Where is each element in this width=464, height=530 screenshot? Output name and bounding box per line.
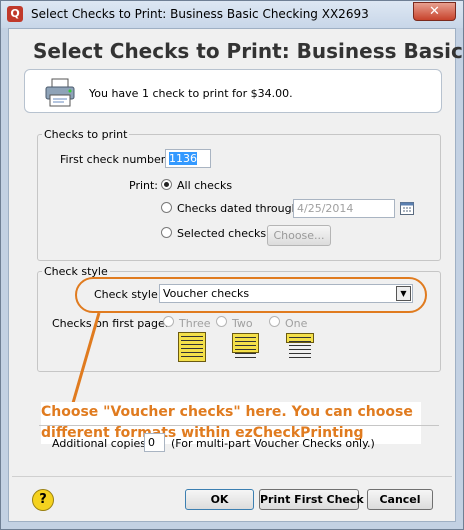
checks-to-print-legend: Checks to print [44,128,128,141]
page-title: Select Checks to Print: Business Basic..… [33,39,464,63]
check-style-value: Voucher checks [163,287,250,300]
two-checks-radio[interactable] [216,316,227,327]
one-check-label[interactable]: One [285,317,307,330]
print-first-check-button[interactable]: Print First Check [259,489,364,510]
quicken-app-icon: Q [7,6,23,22]
choose-button[interactable]: Choose... [267,225,331,246]
all-checks-label[interactable]: All checks [177,179,232,192]
three-checks-preview-icon [178,332,206,362]
two-checks-label[interactable]: Two [232,317,253,330]
checks-to-print-group: Checks to print [37,128,441,261]
dialog-body: Select Checks to Print: Business Basic..… [8,28,464,522]
print-label: Print: [129,179,159,192]
chevron-down-icon[interactable]: ▼ [396,286,411,301]
three-checks-radio[interactable] [163,316,174,327]
two-checks-preview-icon [232,333,259,353]
first-check-number-label: First check number: [60,153,169,166]
info-box: You have 1 check to print for $34.00. [24,69,442,113]
dialog-window: Q Select Checks to Print: Business Basic… [0,0,464,530]
button-bar-divider [12,476,452,477]
date-input[interactable]: 4/25/2014 [293,199,395,218]
calendar-icon[interactable] [400,201,414,215]
cancel-button[interactable]: Cancel [367,489,433,510]
annotation-arrow [71,312,101,404]
selected-checks-radio[interactable] [161,227,172,238]
printer-icon [45,78,75,107]
additional-copies-input[interactable]: 0 [144,433,165,452]
checks-dated-radio[interactable] [161,202,172,213]
checks-dated-label[interactable]: Checks dated through: [177,202,302,215]
window-title: Select Checks to Print: Business Basic C… [31,7,369,21]
one-check-preview-icon [286,333,314,343]
one-check-radio[interactable] [269,316,280,327]
title-bar: Q Select Checks to Print: Business Basic… [1,1,463,28]
info-message: You have 1 check to print for $34.00. [89,87,293,100]
help-icon[interactable]: ? [32,489,54,511]
divider [39,425,439,426]
ok-button[interactable]: OK [185,489,254,510]
check-style-label: Check style: [94,288,162,301]
additional-copies-label: Additional copies: [52,437,150,450]
close-button[interactable]: ✕ [413,2,456,21]
copies-note: (For multi-part Voucher Checks only.) [171,437,375,450]
selected-checks-label[interactable]: Selected checks [177,227,266,240]
first-check-number-input[interactable]: 1136 [165,149,211,168]
first-check-number-value: 1136 [169,152,197,165]
three-checks-label[interactable]: Three [179,317,211,330]
check-style-select[interactable]: Voucher checks ▼ [159,284,413,303]
all-checks-radio[interactable] [161,179,172,190]
